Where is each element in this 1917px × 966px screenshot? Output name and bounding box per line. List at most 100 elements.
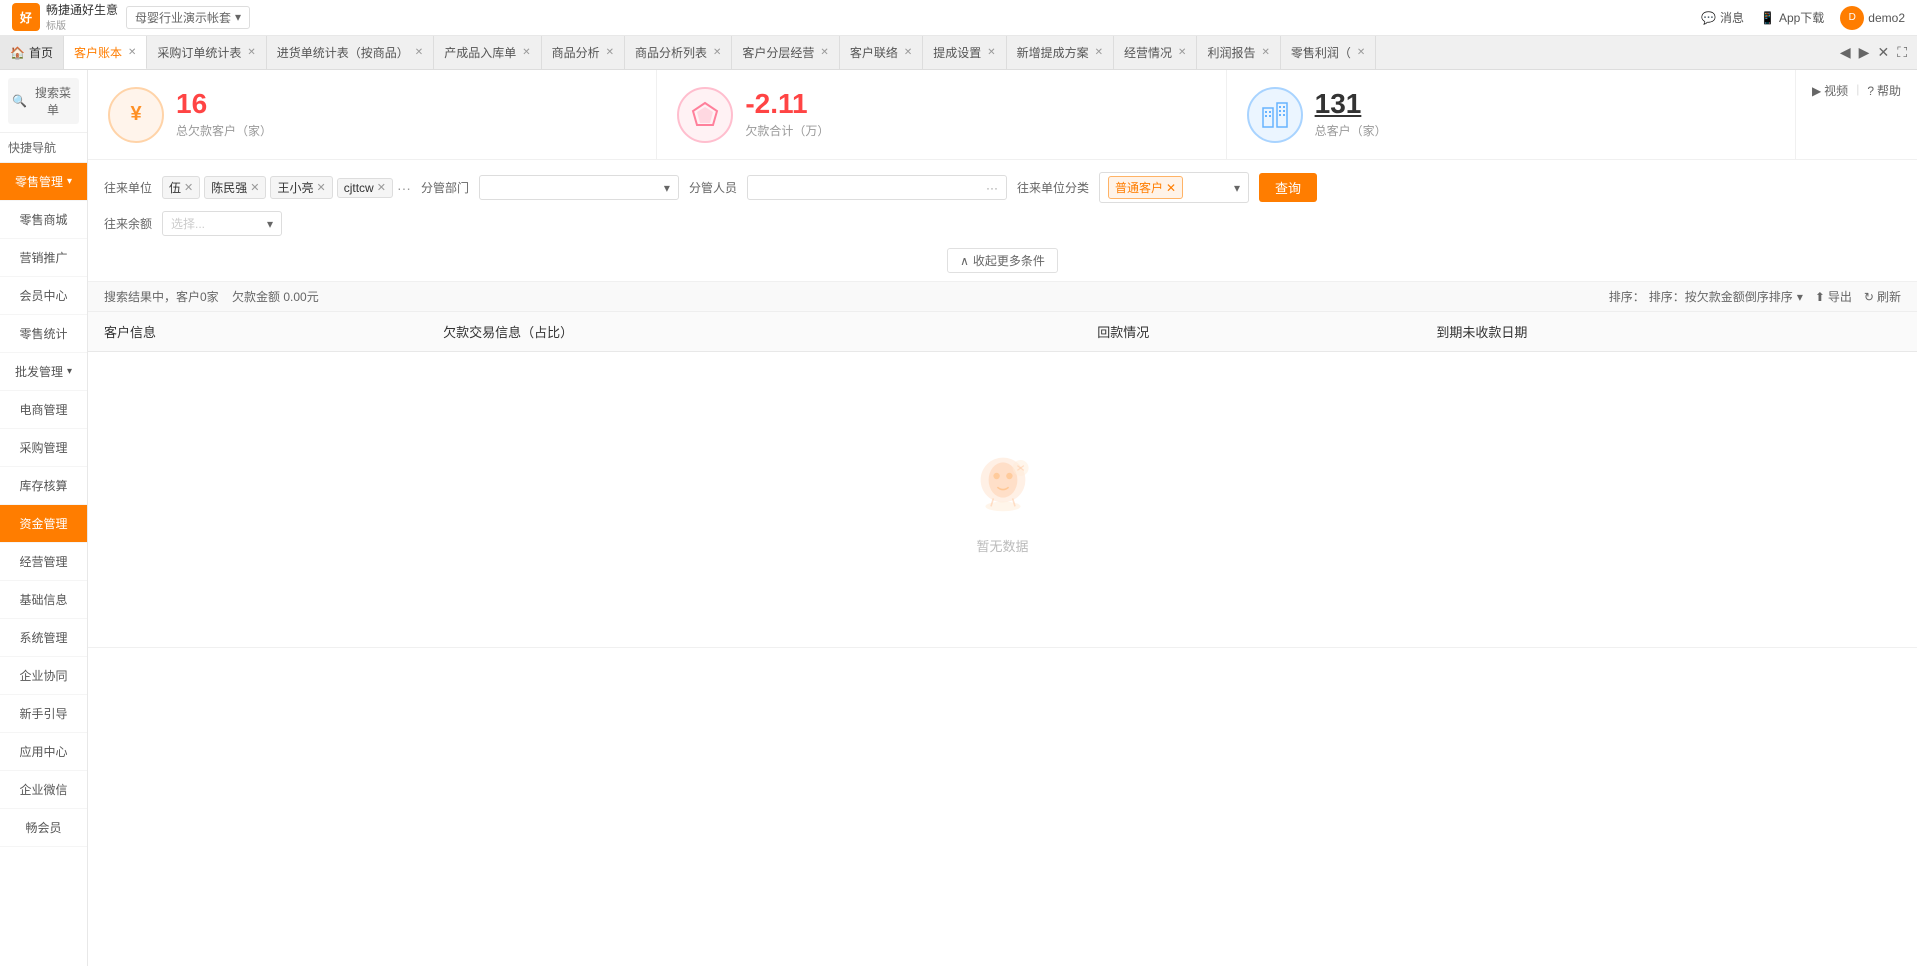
tab-purchase-order[interactable]: 采购订单统计表 ✕ bbox=[147, 36, 266, 70]
sidebar-item-marketing[interactable]: 营销推广 bbox=[0, 239, 87, 277]
sidebar-quick-nav[interactable]: 快捷导航 bbox=[0, 133, 87, 163]
tab-controls: ◀ ▶ ✕ ⛶ bbox=[1830, 42, 1917, 63]
tab-product-analysis-list[interactable]: 商品分析列表 ✕ bbox=[625, 36, 732, 70]
tab-close-product-analysis[interactable]: ✕ bbox=[606, 47, 614, 58]
main-layout: 🔍 搜索菜单 快捷导航 零售管理 ▾ 零售商城 营销推广 会员中心 零售统计 批… bbox=[0, 70, 1917, 966]
sidebar-item-purchase-mgmt[interactable]: 采购管理 bbox=[0, 429, 87, 467]
tab-purchase-stats-label: 进货单统计表（按商品） bbox=[277, 44, 409, 61]
chevron-down-icon-sort: ▾ bbox=[1797, 290, 1803, 304]
sidebar-item-member-center-label: 会员中心 bbox=[19, 287, 67, 304]
sidebar-search-area: 🔍 搜索菜单 bbox=[0, 70, 87, 133]
filter-remainder-select[interactable]: 选择... ▾ bbox=[162, 211, 282, 236]
sidebar-item-app-center[interactable]: 应用中心 bbox=[0, 733, 87, 771]
tab-close-product-analysis-list[interactable]: ✕ bbox=[713, 47, 721, 58]
sort-select[interactable]: 排序： 排序：按欠款金额倒序排序 ▾ bbox=[1609, 288, 1803, 305]
sidebar-item-retail-mall[interactable]: 零售商城 bbox=[0, 201, 87, 239]
logo-text: 畅捷通好生意 bbox=[46, 3, 118, 17]
filter-unit-category-label: 往来单位分类 bbox=[1017, 179, 1089, 196]
filter-unit-category-remove[interactable]: ✕ bbox=[1166, 181, 1176, 195]
sidebar-item-operation-mgmt[interactable]: 经营管理 bbox=[0, 543, 87, 581]
tab-close-profit-report[interactable]: ✕ bbox=[1261, 47, 1269, 58]
tab-close-retail-profit[interactable]: ✕ bbox=[1357, 47, 1365, 58]
filter-tag-chen: 陈民强 ✕ bbox=[204, 176, 266, 199]
sidebar-item-inventory[interactable]: 库存核算 bbox=[0, 467, 87, 505]
sidebar-item-enterprise-wechat[interactable]: 企业微信 bbox=[0, 771, 87, 809]
export-btn[interactable]: ⬆ 导出 bbox=[1815, 288, 1852, 305]
export-icon: ⬆ bbox=[1815, 290, 1825, 304]
filter-tag-chen-remove[interactable]: ✕ bbox=[250, 181, 259, 194]
stat-value-overdue: 16 总欠款客户（家） bbox=[176, 90, 272, 139]
tab-close-purchase-order[interactable]: ✕ bbox=[247, 47, 255, 58]
sidebar-item-marketing-label: 营销推广 bbox=[19, 249, 67, 266]
sidebar-item-retail-stats[interactable]: 零售统计 bbox=[0, 315, 87, 353]
message-btn[interactable]: 💬 消息 bbox=[1701, 9, 1744, 26]
filter-dept-select[interactable]: ▾ bbox=[479, 175, 679, 200]
sidebar-item-ecommerce-mgmt[interactable]: 电商管理 bbox=[0, 391, 87, 429]
empty-illustration bbox=[963, 444, 1043, 524]
col-customer-info: 客户信息 bbox=[88, 312, 427, 352]
filter-remainder-placeholder: 选择... bbox=[171, 215, 205, 232]
tab-new-raise-plan[interactable]: 新增提成方案 ✕ bbox=[1007, 36, 1114, 70]
filter-tag-wang-remove[interactable]: ✕ bbox=[317, 181, 326, 194]
tab-close-product-inbound[interactable]: ✕ bbox=[522, 47, 530, 58]
tab-retail-profit-label: 零售利润（ bbox=[1291, 44, 1351, 61]
filter-person-more[interactable]: ··· bbox=[986, 181, 998, 195]
filter-unit-category-select[interactable]: 普通客户 ✕ ▾ bbox=[1099, 172, 1249, 203]
stat-value-total: 131 总客户（家） bbox=[1315, 90, 1387, 139]
tab-close-new-raise-plan[interactable]: ✕ bbox=[1095, 47, 1103, 58]
tab-product-inbound[interactable]: 产成品入库单 ✕ bbox=[434, 36, 541, 70]
sidebar-item-member-center[interactable]: 会员中心 bbox=[0, 277, 87, 315]
filter-tags-more[interactable]: ··· bbox=[397, 180, 411, 196]
suite-dropdown[interactable]: 母婴行业演示帐套 ▾ bbox=[126, 6, 250, 29]
user-menu[interactable]: D demo2 bbox=[1840, 6, 1905, 30]
tab-fullscreen-btn[interactable]: ⛶ bbox=[1895, 42, 1909, 63]
tab-close-customer-contact[interactable]: ✕ bbox=[904, 47, 912, 58]
tab-next-btn[interactable]: ▶ bbox=[1857, 42, 1872, 63]
sidebar-item-wholesale-mgmt[interactable]: 批发管理 ▾ bbox=[0, 353, 87, 391]
sidebar-item-system-mgmt-label: 系统管理 bbox=[19, 629, 67, 646]
tab-close-raise-settings[interactable]: ✕ bbox=[987, 47, 995, 58]
tab-close-all-btn[interactable]: ✕ bbox=[1875, 42, 1891, 63]
tab-prev-btn[interactable]: ◀ bbox=[1838, 42, 1853, 63]
avatar: D bbox=[1840, 6, 1864, 30]
query-button[interactable]: 查询 bbox=[1259, 173, 1317, 202]
filter-tag-cjttcw-remove[interactable]: ✕ bbox=[377, 181, 386, 194]
tab-close-customer-account[interactable]: ✕ bbox=[128, 47, 136, 58]
tab-new-raise-plan-label: 新增提成方案 bbox=[1017, 44, 1089, 61]
tab-customer-account[interactable]: 客户账本 ✕ bbox=[64, 36, 147, 70]
stat-value-amount: -2.11 欠款合计（万） bbox=[745, 90, 829, 139]
collapse-row: ∧ 收起更多条件 bbox=[104, 244, 1901, 277]
tab-close-purchase-stats[interactable]: ✕ bbox=[415, 47, 423, 58]
collapse-button[interactable]: ∧ 收起更多条件 bbox=[947, 248, 1058, 273]
stat-number-total: 131 bbox=[1315, 90, 1387, 118]
refresh-btn[interactable]: ↻ 刷新 bbox=[1864, 288, 1901, 305]
tab-close-operation-status[interactable]: ✕ bbox=[1178, 47, 1186, 58]
tab-customer-contact-label: 客户联络 bbox=[850, 44, 898, 61]
tab-retail-profit[interactable]: 零售利润（ ✕ bbox=[1281, 36, 1376, 70]
tab-raise-settings[interactable]: 提成设置 ✕ bbox=[923, 36, 1006, 70]
tab-home[interactable]: 🏠 首页 bbox=[0, 36, 64, 70]
tab-profit-report[interactable]: 利润报告 ✕ bbox=[1197, 36, 1280, 70]
chevron-down-icon: ▾ bbox=[67, 176, 72, 187]
sidebar-item-enterprise-coop[interactable]: 企业协同 bbox=[0, 657, 87, 695]
sidebar-item-enterprise-wechat-label: 企业微信 bbox=[19, 781, 67, 798]
video-link[interactable]: ▶ 视频 bbox=[1812, 82, 1848, 99]
sidebar-item-basic-info[interactable]: 基础信息 bbox=[0, 581, 87, 619]
sidebar-item-retail-mgmt[interactable]: 零售管理 ▾ bbox=[0, 163, 87, 201]
tab-customer-layer[interactable]: 客户分层经营 ✕ bbox=[732, 36, 839, 70]
tab-customer-contact[interactable]: 客户联络 ✕ bbox=[840, 36, 923, 70]
sidebar-item-new-guide[interactable]: 新手引导 bbox=[0, 695, 87, 733]
sidebar-item-member-plus[interactable]: 畅会员 bbox=[0, 809, 87, 847]
sidebar-item-system-mgmt[interactable]: 系统管理 bbox=[0, 619, 87, 657]
app-download-btn[interactable]: 📱 App下载 bbox=[1760, 9, 1824, 26]
tab-home-label: 首页 bbox=[29, 44, 53, 61]
tab-close-customer-layer[interactable]: ✕ bbox=[820, 47, 828, 58]
tab-operation-status[interactable]: 经营情况 ✕ bbox=[1114, 36, 1197, 70]
filter-tag-wu-remove[interactable]: ✕ bbox=[184, 181, 193, 194]
filter-person-select[interactable]: ··· bbox=[747, 175, 1007, 200]
tab-purchase-stats[interactable]: 进货单统计表（按商品） ✕ bbox=[267, 36, 434, 70]
sidebar-item-capital-mgmt[interactable]: 资金管理 bbox=[0, 505, 87, 543]
help-link[interactable]: ? 帮助 bbox=[1867, 82, 1901, 99]
search-menu-btn[interactable]: 🔍 搜索菜单 bbox=[8, 78, 79, 124]
tab-product-analysis[interactable]: 商品分析 ✕ bbox=[542, 36, 625, 70]
